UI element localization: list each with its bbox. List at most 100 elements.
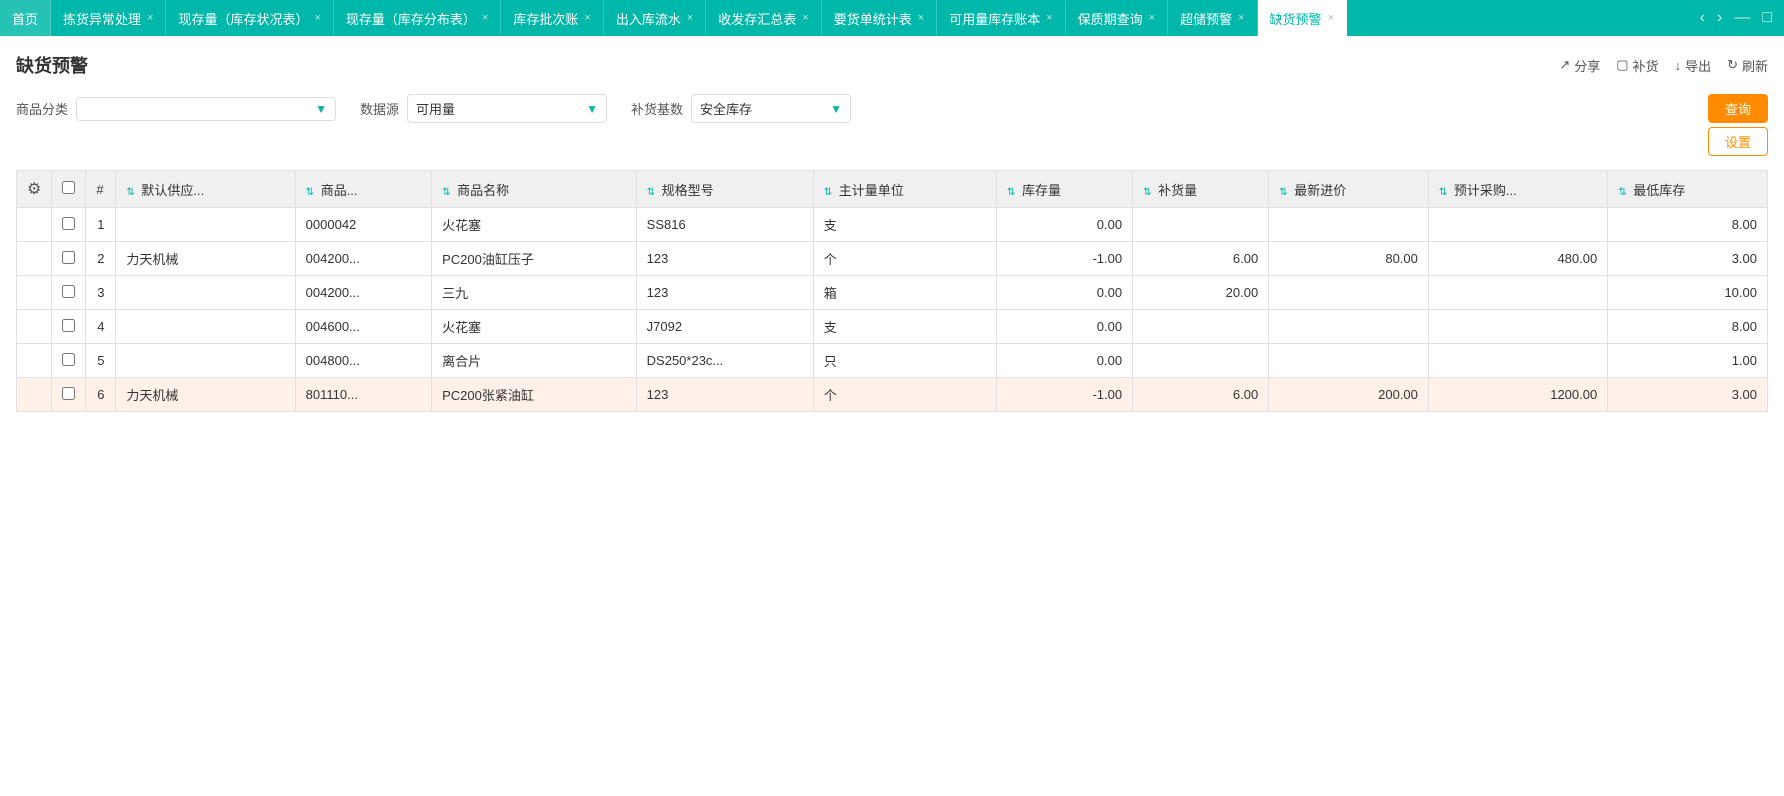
replenish-icon: ▢ (1616, 57, 1628, 73)
category-label: 商品分类 (16, 99, 68, 118)
row-supplier (116, 208, 295, 242)
th-unit[interactable]: ⇅ 主计量单位 (813, 171, 996, 208)
row-spec: 123 (636, 378, 813, 412)
tab-inventory-dist[interactable]: 现存量（库存分布表） × (334, 0, 501, 36)
main-content: 缺货预警 ↗ 分享 ▢ 补货 ↓ 导出 ↻ 刷新 商品分类 (0, 36, 1784, 796)
sort-icon-stock: ⇅ (1007, 187, 1015, 198)
datasource-select[interactable]: 可用量 ▼ (407, 94, 607, 123)
close-tab-6[interactable]: × (802, 12, 808, 24)
row-checkbox-cell[interactable] (52, 208, 86, 242)
tab-batch-ledger[interactable]: 库存批次账 × (501, 0, 603, 36)
row-replenish (1133, 344, 1269, 378)
tab-overstock-warning[interactable]: 超储预警 × (1168, 0, 1257, 36)
row-index: 6 (86, 378, 116, 412)
nav-maximize-button[interactable]: □ (1758, 7, 1776, 29)
th-settings[interactable]: ⚙ (17, 171, 52, 208)
row-est-purchase: 1200.00 (1428, 378, 1607, 412)
tab-expiry-query[interactable]: 保质期查询 × (1066, 0, 1168, 36)
close-tab-9[interactable]: × (1149, 12, 1155, 24)
close-tab-4[interactable]: × (584, 12, 590, 24)
th-supplier[interactable]: ⇅ 默认供应... (116, 171, 295, 208)
row-spec: DS250*23c... (636, 344, 813, 378)
replenish-button[interactable]: ▢ 补货 (1616, 56, 1658, 75)
th-latest-price[interactable]: ⇅ 最新进价 (1269, 171, 1429, 208)
datasource-caret-icon: ▼ (586, 102, 598, 116)
th-est-purchase[interactable]: ⇅ 预计采购... (1428, 171, 1607, 208)
data-table: ⚙ # ⇅ 默认供应... ⇅ 商品... ⇅ 商品名称 (16, 170, 1768, 412)
export-button[interactable]: ↓ 导出 (1675, 56, 1712, 75)
nav-minimize-button[interactable]: — (1730, 7, 1754, 29)
row-replenish (1133, 310, 1269, 344)
row-stock: 0.00 (996, 344, 1132, 378)
close-tab-3[interactable]: × (482, 12, 488, 24)
row-unit: 箱 (813, 276, 996, 310)
tab-shortage-warning[interactable]: 缺货预警 × (1258, 0, 1347, 36)
row-checkbox-3[interactable] (62, 319, 75, 332)
sort-icon-unit: ⇅ (824, 187, 832, 198)
row-checkbox-5[interactable] (62, 387, 75, 400)
close-tab-7[interactable]: × (918, 12, 924, 24)
category-filter-group: 商品分类 ▼ (16, 97, 336, 121)
row-est-purchase (1428, 208, 1607, 242)
row-checkbox-cell[interactable] (52, 344, 86, 378)
close-tab-11[interactable]: × (1328, 12, 1334, 24)
row-min-stock: 8.00 (1608, 310, 1768, 344)
query-button[interactable]: 查询 (1708, 94, 1768, 123)
row-checkbox-cell[interactable] (52, 242, 86, 276)
th-index: # (86, 171, 116, 208)
th-stock[interactable]: ⇅ 库存量 (996, 171, 1132, 208)
setting-button[interactable]: 设置 (1708, 127, 1768, 156)
th-code[interactable]: ⇅ 商品... (295, 171, 431, 208)
table-row: 2 力天机械 004200... PC200油缸压子 123 个 -1.00 6… (17, 242, 1768, 276)
row-replenish: 6.00 (1133, 378, 1269, 412)
close-tab-5[interactable]: × (687, 12, 693, 24)
row-supplier: 力天机械 (116, 378, 295, 412)
row-checkbox-cell[interactable] (52, 310, 86, 344)
tab-home[interactable]: 首页 (0, 0, 51, 36)
refresh-button[interactable]: ↻ 刷新 (1727, 56, 1768, 75)
tab-inventory-status[interactable]: 现存量（库存状况表） × (166, 0, 333, 36)
tab-receipt-summary[interactable]: 收发存汇总表 × (706, 0, 821, 36)
nav-controls: ‹ › — □ (1688, 7, 1784, 29)
row-checkbox-2[interactable] (62, 285, 75, 298)
row-latest-price (1269, 310, 1429, 344)
tab-available-ledger[interactable]: 可用量库存账本 × (937, 0, 1065, 36)
row-latest-price (1269, 276, 1429, 310)
th-name[interactable]: ⇅ 商品名称 (432, 171, 637, 208)
row-supplier (116, 276, 295, 310)
th-replenish[interactable]: ⇅ 补货量 (1133, 171, 1269, 208)
close-tab-8[interactable]: × (1046, 12, 1052, 24)
row-checkbox-4[interactable] (62, 353, 75, 366)
close-tab-2[interactable]: × (314, 12, 320, 24)
close-tab-1[interactable]: × (147, 12, 153, 24)
row-min-stock: 8.00 (1608, 208, 1768, 242)
row-name: 火花塞 (432, 208, 637, 242)
tab-order-stats[interactable]: 要货单统计表 × (822, 0, 937, 36)
nav-next-button[interactable]: › (1713, 7, 1726, 29)
row-checkbox-0[interactable] (62, 217, 75, 230)
table-row: 3 004200... 三九 123 箱 0.00 20.00 10.00 (17, 276, 1768, 310)
th-spec[interactable]: ⇅ 规格型号 (636, 171, 813, 208)
tab-picking-exception[interactable]: 拣货异常处理 × (51, 0, 166, 36)
tab-inout-flow[interactable]: 出入库流水 × (604, 0, 706, 36)
row-settings-cell (17, 344, 52, 378)
page-title: 缺货预警 (16, 52, 88, 78)
row-unit: 支 (813, 208, 996, 242)
sort-icon-name: ⇅ (442, 187, 450, 198)
nav-prev-button[interactable]: ‹ (1696, 7, 1709, 29)
row-spec: 123 (636, 276, 813, 310)
close-tab-10[interactable]: × (1238, 12, 1244, 24)
row-stock: 0.00 (996, 276, 1132, 310)
row-checkbox-cell[interactable] (52, 276, 86, 310)
settings-gear-icon[interactable]: ⚙ (27, 181, 41, 198)
row-checkbox-cell[interactable] (52, 378, 86, 412)
replenish-base-select[interactable]: 安全库存 ▼ (691, 94, 851, 123)
category-select[interactable]: ▼ (76, 97, 336, 121)
th-min-stock[interactable]: ⇅ 最低库存 (1608, 171, 1768, 208)
row-checkbox-1[interactable] (62, 251, 75, 264)
share-button[interactable]: ↗ 分享 (1559, 56, 1600, 75)
table-header-row: ⚙ # ⇅ 默认供应... ⇅ 商品... ⇅ 商品名称 (17, 171, 1768, 208)
select-all-checkbox[interactable] (62, 181, 75, 194)
row-code: 004200... (295, 276, 431, 310)
sort-icon-est-purchase: ⇅ (1439, 187, 1447, 198)
